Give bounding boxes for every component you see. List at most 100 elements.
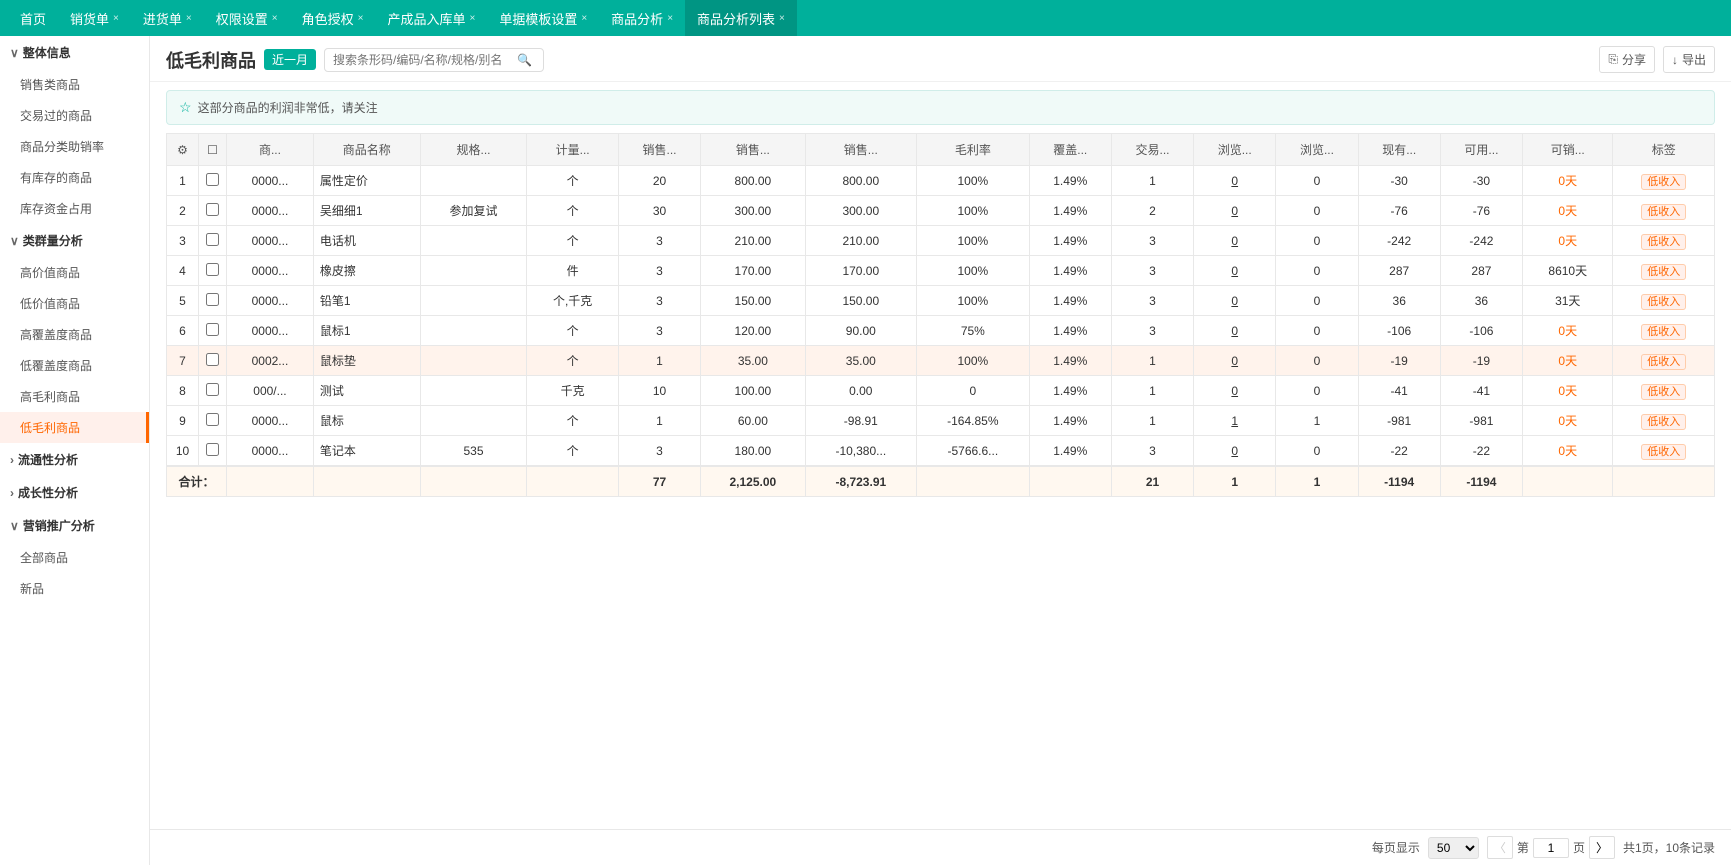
cell-checkbox[interactable]: [199, 316, 227, 346]
cell-sale3: -10,380...: [805, 436, 916, 467]
sidebar-item-new-goods[interactable]: 新品: [0, 573, 149, 604]
close-icon[interactable]: ×: [113, 13, 119, 24]
sidebar-item-traded-goods[interactable]: 交易过的商品: [0, 100, 149, 131]
col-trade: 交易...: [1111, 134, 1193, 166]
sidebar-item-sales-goods[interactable]: 销售类商品: [0, 69, 149, 100]
nav-sales[interactable]: 销货单 ×: [58, 0, 131, 36]
per-page-select[interactable]: 50 20 100: [1428, 837, 1479, 859]
cell-checkbox[interactable]: [199, 436, 227, 467]
cell-gross: 0: [917, 376, 1030, 406]
close-icon[interactable]: ×: [272, 13, 278, 24]
cell-unit: 个: [527, 406, 619, 436]
cell-checkbox[interactable]: [199, 346, 227, 376]
col-settings[interactable]: ⚙: [167, 134, 199, 166]
cell-browse1[interactable]: 0: [1194, 436, 1276, 467]
cell-name: 鼠标垫: [313, 346, 420, 376]
nav-home[interactable]: 首页: [8, 0, 58, 36]
cell-gross: 100%: [917, 346, 1030, 376]
cell-browse1[interactable]: 0: [1194, 226, 1276, 256]
cell-code: 0000...: [227, 196, 314, 226]
sidebar-item-high-coverage[interactable]: 高覆盖度商品: [0, 319, 149, 350]
cell-browse1[interactable]: 1: [1194, 406, 1276, 436]
cell-current: -41: [1358, 376, 1440, 406]
cell-avail: -22: [1440, 436, 1522, 467]
cell-cover: 1.49%: [1029, 196, 1111, 226]
sidebar-item-low-margin[interactable]: 低毛利商品: [0, 412, 149, 443]
nav-template[interactable]: 单据模板设置 ×: [487, 0, 599, 36]
nav-product-entry[interactable]: 产成品入库单 ×: [375, 0, 487, 36]
cell-browse1[interactable]: 0: [1194, 376, 1276, 406]
cell-code: 0000...: [227, 166, 314, 196]
sidebar-group-growth[interactable]: › 成长性分析: [0, 476, 149, 509]
cell-spec: [420, 166, 527, 196]
sidebar-item-stocked-goods[interactable]: 有库存的商品: [0, 162, 149, 193]
search-input[interactable]: [333, 53, 513, 67]
cell-sale3: 210.00: [805, 226, 916, 256]
cell-saleable: 0天: [1523, 436, 1613, 467]
cell-browse1[interactable]: 0: [1194, 166, 1276, 196]
cell-sale2: 150.00: [701, 286, 805, 316]
cell-num: 7: [167, 346, 199, 376]
cell-current: -242: [1358, 226, 1440, 256]
share-button[interactable]: ⎘ 分享: [1599, 46, 1655, 73]
nav-permissions[interactable]: 权限设置 ×: [204, 0, 290, 36]
sidebar-item-category-rate[interactable]: 商品分类助销率: [0, 131, 149, 162]
cell-sale3: 150.00: [805, 286, 916, 316]
sidebar-item-high-value[interactable]: 高价值商品: [0, 257, 149, 288]
cell-browse1[interactable]: 0: [1194, 316, 1276, 346]
cell-browse2: 0: [1276, 316, 1358, 346]
cell-checkbox[interactable]: [199, 286, 227, 316]
close-icon[interactable]: ×: [186, 13, 192, 24]
next-page-button[interactable]: 〉: [1589, 836, 1615, 859]
cell-unit: 个: [527, 166, 619, 196]
cell-sale1: 10: [618, 376, 700, 406]
cell-browse1[interactable]: 0: [1194, 196, 1276, 226]
sidebar-item-all-goods[interactable]: 全部商品: [0, 542, 149, 573]
table-row: 5 0000... 铅笔1 个,千克 3 150.00 150.00 100% …: [167, 286, 1715, 316]
cell-tag: 低收入: [1613, 166, 1715, 196]
cell-checkbox[interactable]: [199, 376, 227, 406]
close-icon[interactable]: ×: [469, 13, 475, 24]
cell-checkbox[interactable]: [199, 166, 227, 196]
sidebar-group-overall[interactable]: ∨ 整体信息: [0, 36, 149, 69]
search-icon[interactable]: 🔍: [517, 53, 532, 67]
cell-trade: 1: [1111, 406, 1193, 436]
cell-sale3: -98.91: [805, 406, 916, 436]
page-number-input[interactable]: [1533, 838, 1569, 858]
sidebar-group-marketing[interactable]: ∨ 营销推广分析: [0, 509, 149, 542]
close-icon[interactable]: ×: [667, 13, 673, 24]
sidebar-item-inventory-capital[interactable]: 库存资金占用: [0, 193, 149, 224]
cell-sale1: 3: [618, 436, 700, 467]
table-row: 1 0000... 属性定价 个 20 800.00 800.00 100% 1…: [167, 166, 1715, 196]
close-icon[interactable]: ×: [581, 13, 587, 24]
cell-browse1[interactable]: 0: [1194, 286, 1276, 316]
sidebar-group-liquidity[interactable]: › 流通性分析: [0, 443, 149, 476]
close-icon[interactable]: ×: [779, 13, 785, 24]
period-button[interactable]: 近一月: [264, 49, 316, 70]
cell-unit: 个: [527, 196, 619, 226]
cell-browse1[interactable]: 0: [1194, 256, 1276, 286]
export-button[interactable]: ↓ 导出: [1663, 46, 1715, 73]
cell-checkbox[interactable]: [199, 406, 227, 436]
cell-trade: 1: [1111, 376, 1193, 406]
cell-checkbox[interactable]: [199, 256, 227, 286]
nav-roles[interactable]: 角色授权 ×: [290, 0, 376, 36]
col-current: 现有...: [1358, 134, 1440, 166]
table-row: 6 0000... 鼠标1 个 3 120.00 90.00 75% 1.49%…: [167, 316, 1715, 346]
page-navigation: 〈 第 页 〉: [1487, 836, 1615, 859]
cell-code: 0000...: [227, 256, 314, 286]
cell-checkbox[interactable]: [199, 226, 227, 256]
cell-code: 0000...: [227, 226, 314, 256]
nav-purchase[interactable]: 进货单 ×: [131, 0, 204, 36]
sidebar-item-low-coverage[interactable]: 低覆盖度商品: [0, 350, 149, 381]
sidebar-item-low-value[interactable]: 低价值商品: [0, 288, 149, 319]
col-checkbox[interactable]: ☐: [199, 134, 227, 166]
nav-goods-analysis-list[interactable]: 商品分析列表 ×: [685, 0, 797, 36]
sidebar-item-high-margin[interactable]: 高毛利商品: [0, 381, 149, 412]
prev-page-button[interactable]: 〈: [1487, 836, 1513, 859]
close-icon[interactable]: ×: [358, 13, 364, 24]
nav-goods-analysis[interactable]: 商品分析 ×: [599, 0, 685, 36]
cell-browse1[interactable]: 0: [1194, 346, 1276, 376]
cell-checkbox[interactable]: [199, 196, 227, 226]
sidebar-group-cluster[interactable]: ∨ 类群量分析: [0, 224, 149, 257]
